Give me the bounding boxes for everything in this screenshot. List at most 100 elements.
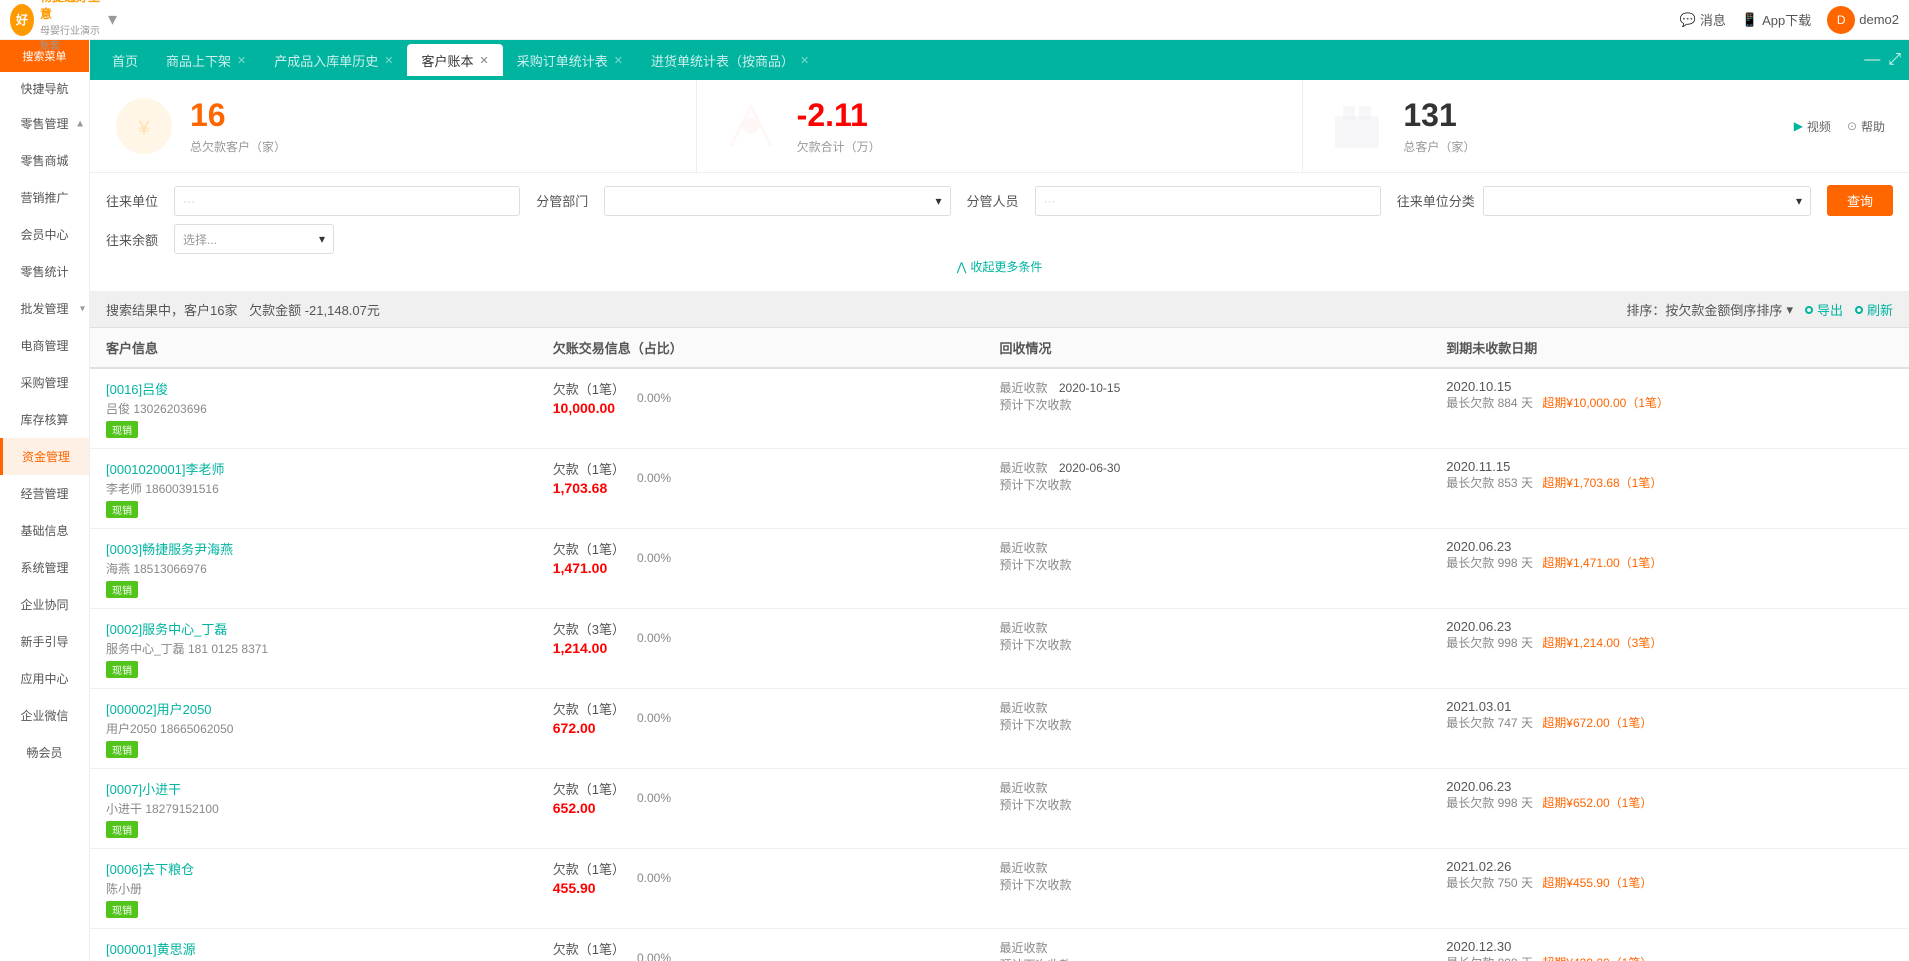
help-btn[interactable]: ⊙ 帮助 bbox=[1847, 118, 1885, 135]
debt-percent: 0.00% bbox=[637, 711, 671, 725]
debt-info-cell: 欠款（1笔） 652.00 0.00% bbox=[553, 779, 1000, 816]
customer-name-link[interactable]: [000002]用户2050 bbox=[106, 699, 553, 718]
balance-select[interactable]: 选择... ▾ bbox=[174, 224, 334, 254]
debt-info-cell: 欠款（3笔） 1,214.00 0.00% bbox=[553, 619, 1000, 656]
debt-percent: 0.00% bbox=[637, 951, 671, 961]
sidebar-item-member-center[interactable]: 会员中心 bbox=[0, 216, 89, 253]
sidebar-item-ecom-mgmt[interactable]: 电商管理 bbox=[0, 327, 89, 364]
export-button[interactable]: 导出 bbox=[1805, 300, 1843, 319]
debt-amount: 10,000.00 bbox=[553, 400, 625, 416]
tab-production-history[interactable]: 产成品入库单历史 ✕ bbox=[260, 44, 407, 76]
overdue-date: 2020.06.23 bbox=[1446, 539, 1893, 554]
customer-badge: 现销 bbox=[106, 821, 138, 838]
tab-close-icon-5[interactable]: ✕ bbox=[800, 54, 809, 67]
sidebar-item-inventory[interactable]: 库存核算 bbox=[0, 401, 89, 438]
customer-info-cell: [000001]黄思源 黄思源 13552700226 现销 bbox=[106, 939, 553, 961]
overdue-amount[interactable]: 超期¥1,214.00（3笔） bbox=[1542, 636, 1662, 650]
recent-collect-label: 最近收款 bbox=[1000, 939, 1447, 956]
user-avatar[interactable]: D demo2 bbox=[1827, 6, 1899, 34]
sidebar-item-newbie[interactable]: 新手引导 bbox=[0, 623, 89, 660]
tab-home[interactable]: 首页 bbox=[98, 44, 152, 76]
tab-close-icon-2[interactable]: ✕ bbox=[384, 54, 393, 67]
tab-inbound-stats[interactable]: 进货单统计表（按商品） ✕ bbox=[637, 44, 823, 76]
sidebar-item-member[interactable]: 畅会员 bbox=[0, 734, 89, 771]
filter-from-unit: 往来单位 ··· bbox=[106, 186, 520, 216]
sidebar-item-marketing[interactable]: 营销推广 bbox=[0, 179, 89, 216]
sidebar-item-quick-nav[interactable]: 快捷导航 bbox=[0, 72, 89, 105]
data-table: 客户信息 欠账交易信息（占比） 回收情况 到期未收款日期 [0016]吕俊 吕俊… bbox=[90, 328, 1909, 961]
customer-phone: 李老师 18600391516 bbox=[106, 480, 553, 497]
collapse-btn[interactable]: ⋀ 收起更多条件 bbox=[106, 254, 1893, 279]
sidebar-item-purchase-mgmt[interactable]: 采购管理 bbox=[0, 364, 89, 401]
tab-purchase-order[interactable]: 采购订单统计表 ✕ bbox=[503, 44, 637, 76]
customer-name-link[interactable]: [0007]小进干 bbox=[106, 779, 553, 798]
sidebar-item-retail-store[interactable]: 零售商城 bbox=[0, 142, 89, 179]
overdue-amount[interactable]: 超期¥1,471.00（1笔） bbox=[1542, 556, 1662, 570]
app-logo-text: 畅捷通好生意 bbox=[40, 0, 100, 22]
sort-button[interactable]: 排序：按欠款金额倒序排序 ▾ bbox=[1626, 300, 1793, 319]
sidebar-item-ops-mgmt[interactable]: 经营管理 bbox=[0, 475, 89, 512]
customer-phone: 吕俊 13026203696 bbox=[106, 400, 553, 417]
customer-name-link[interactable]: [0002]服务中心_丁磊 bbox=[106, 619, 553, 638]
overdue-amount[interactable]: 超期¥652.00（1笔） bbox=[1542, 796, 1652, 810]
dept-select[interactable]: ▾ bbox=[604, 186, 950, 216]
debt-amount: 672.00 bbox=[553, 720, 625, 736]
message-btn[interactable]: 💬 消息 bbox=[1680, 10, 1726, 29]
summary-card-2: -2.11 欠款合计（万） bbox=[697, 80, 1304, 172]
customer-badge: 现销 bbox=[106, 661, 138, 678]
sidebar-item-retail-stats[interactable]: 零售统计 bbox=[0, 253, 89, 290]
customer-name-link[interactable]: [0016]吕俊 bbox=[106, 379, 553, 398]
overdue-amount[interactable]: 超期¥672.00（1笔） bbox=[1542, 716, 1652, 730]
overdue-amount[interactable]: 超期¥455.90（1笔） bbox=[1542, 876, 1652, 890]
customer-name-link[interactable]: [000001]黄思源 bbox=[106, 939, 553, 958]
manager-input[interactable]: ··· bbox=[1035, 186, 1381, 216]
sidebar-item-basic-info[interactable]: 基础信息 bbox=[0, 512, 89, 549]
tab-close-icon-3[interactable]: ✕ bbox=[480, 54, 489, 67]
video-btn[interactable]: ▶ 视频 bbox=[1794, 118, 1831, 135]
debt-count: 欠款（1笔） bbox=[553, 459, 625, 478]
total-customers-value: 131 bbox=[1403, 97, 1777, 134]
overdue-cell: 2020.06.23 最长欠款 998 天 超期¥1,214.00（3笔） bbox=[1446, 619, 1893, 651]
tab-close-icon-4[interactable]: ✕ bbox=[614, 54, 623, 67]
debt-percent: 0.00% bbox=[637, 791, 671, 805]
overdue-date: 2020.06.23 bbox=[1446, 619, 1893, 634]
unit-category-label: 往来单位分类 bbox=[1397, 191, 1475, 210]
sidebar-item-enterprise-wechat[interactable]: 企业微信 bbox=[0, 697, 89, 734]
overdue-amount[interactable]: 超期¥10,000.00（1笔） bbox=[1542, 396, 1669, 410]
tab-maximize-btn[interactable]: ⤢ bbox=[1888, 51, 1901, 69]
overdue-days: 最长欠款 884 天 超期¥10,000.00（1笔） bbox=[1446, 394, 1893, 411]
customer-name-link[interactable]: [0003]畅捷服务尹海燕 bbox=[106, 539, 553, 558]
overdue-days: 最长欠款 750 天 超期¥455.90（1笔） bbox=[1446, 874, 1893, 891]
tab-close-icon[interactable]: ✕ bbox=[237, 54, 246, 67]
tab-bar: 首页 商品上下架 ✕ 产成品入库单历史 ✕ 客户账本 ✕ 采购订单统计表 ✕ bbox=[90, 40, 1909, 80]
recent-collect-label: 最近收款 bbox=[1000, 859, 1447, 876]
tab-minimize-btn[interactable]: — bbox=[1864, 51, 1880, 69]
repay-cell: 最近收款 预计下次收款 bbox=[1000, 859, 1447, 893]
sidebar-item-app-center[interactable]: 应用中心 bbox=[0, 660, 89, 697]
tab-customer-account[interactable]: 客户账本 ✕ bbox=[407, 44, 502, 76]
debt-info-cell: 欠款（1笔） 455.90 0.00% bbox=[553, 859, 1000, 896]
sidebar-item-enterprise-coop[interactable]: 企业协同 bbox=[0, 586, 89, 623]
unit-category-select[interactable]: ▾ bbox=[1483, 186, 1811, 216]
app-download-btn[interactable]: 📱 App下载 bbox=[1742, 10, 1811, 29]
customer-name-link[interactable]: [0001020001]李老师 bbox=[106, 459, 553, 478]
overdue-amount[interactable]: 超期¥429.00（1笔） bbox=[1542, 956, 1652, 961]
sidebar-item-sys-mgmt[interactable]: 系统管理 bbox=[0, 549, 89, 586]
customer-name-link[interactable]: [0006]去下粮仓 bbox=[106, 859, 553, 878]
debt-count: 欠款（1笔） bbox=[553, 699, 625, 718]
sidebar-item-finance-mgmt[interactable]: 资金管理 bbox=[0, 438, 89, 475]
filter-unit-category: 往来单位分类 ▾ bbox=[1397, 186, 1811, 216]
query-button[interactable]: 查询 bbox=[1827, 185, 1893, 216]
refresh-button[interactable]: 刷新 bbox=[1855, 300, 1893, 319]
from-unit-input[interactable]: ··· bbox=[174, 186, 520, 216]
overdue-amount[interactable]: 超期¥1,703.68（1笔） bbox=[1542, 476, 1662, 490]
from-unit-label: 往来单位 bbox=[106, 191, 166, 210]
sidebar-item-retail-mgmt[interactable]: 零售管理 ▲ bbox=[0, 105, 89, 142]
debt-customers-value: 16 bbox=[190, 97, 672, 134]
tab-products-off[interactable]: 商品上下架 ✕ bbox=[152, 44, 260, 76]
sidebar-item-batch-mgmt[interactable]: 批发管理 ▾ bbox=[0, 290, 89, 327]
debt-row: 欠款（1笔） 429.00 0.00% bbox=[553, 939, 1000, 961]
col-customer-info: 客户信息 bbox=[106, 338, 553, 357]
dropdown-icon[interactable]: ▾ bbox=[108, 9, 117, 30]
top-bar: 好 畅捷通好生意 母婴行业演示账套 ▾ 💬 消息 📱 App下载 D demo2 bbox=[0, 0, 1909, 40]
